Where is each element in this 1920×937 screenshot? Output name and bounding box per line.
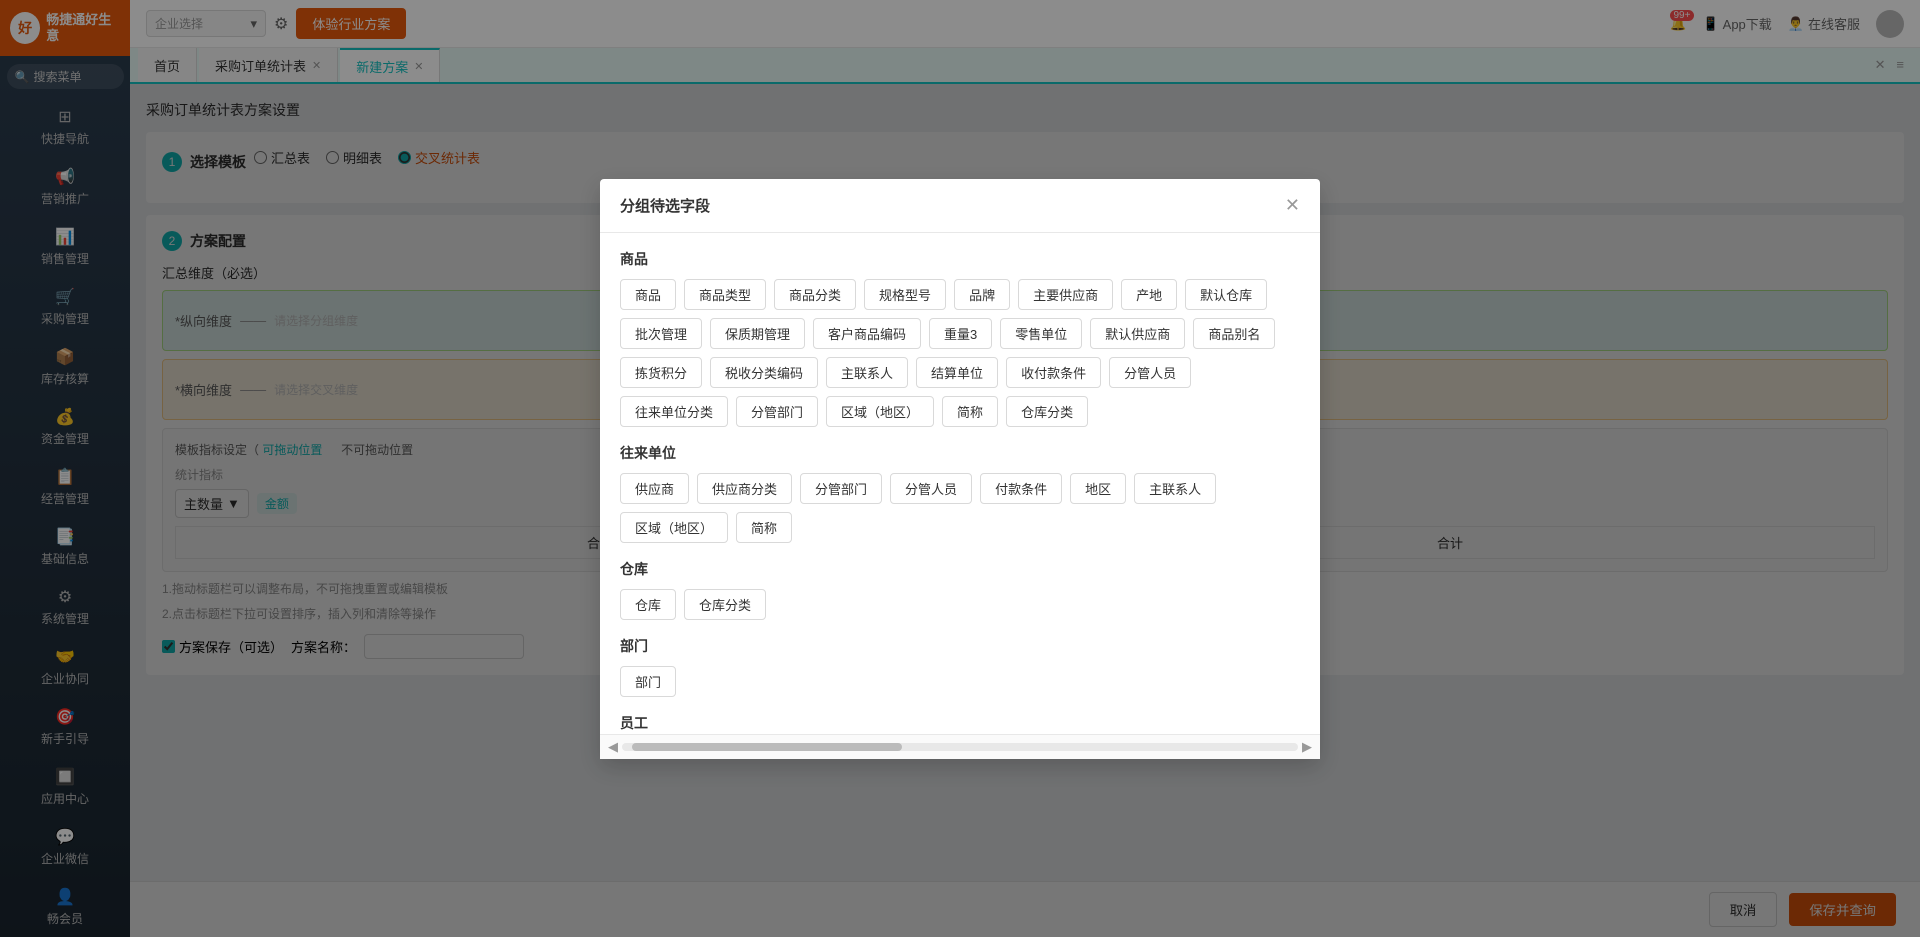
modal-overlay[interactable]: 分组待选字段 ✕ 商品商品商品类型商品分类规格型号品牌主要供应商产地默认仓库批次… — [0, 0, 1920, 937]
field-chip[interactable]: 拣货积分 — [620, 357, 702, 388]
field-grid-partner: 供应商供应商分类分管部门分管人员付款条件地区主联系人区域（地区） 简称 — [620, 473, 1300, 543]
field-chip[interactable]: 默认仓库 — [1185, 279, 1267, 310]
horizontal-scrollbar[interactable] — [622, 743, 1298, 751]
field-chip[interactable]: 重量3 — [929, 318, 992, 349]
field-chip[interactable]: 分管部门 — [800, 473, 882, 504]
field-chip[interactable]: 区域（地区） — [620, 512, 728, 543]
field-chip[interactable]: 商品别名 — [1193, 318, 1275, 349]
field-chip[interactable]: 部门 — [620, 666, 676, 697]
field-chip[interactable]: 主联系人 — [1134, 473, 1216, 504]
field-chip[interactable]: 供应商分类 — [697, 473, 792, 504]
field-section-staff: 员工业务员 — [620, 713, 1300, 734]
field-chip[interactable]: 商品类型 — [684, 279, 766, 310]
modal-footer-scroll: ◀ ▶ — [600, 734, 1320, 759]
field-chip[interactable]: 零售单位 — [1000, 318, 1082, 349]
field-chip[interactable]: 简称 — [942, 396, 998, 427]
field-chip[interactable]: 区域（地区） — [826, 396, 934, 427]
field-chip[interactable]: 商品分类 — [774, 279, 856, 310]
field-chip[interactable]: 往来单位分类 — [620, 396, 728, 427]
field-chip[interactable]: 品牌 — [954, 279, 1010, 310]
field-chip[interactable]: 仓库 — [620, 589, 676, 620]
field-chip[interactable]: 仓库分类 — [1006, 396, 1088, 427]
field-chip[interactable]: 主联系人 — [826, 357, 908, 388]
field-grid-warehouse: 仓库仓库分类 — [620, 589, 1300, 620]
field-chip[interactable]: 地区 — [1070, 473, 1126, 504]
scroll-left-icon[interactable]: ◀ — [608, 739, 618, 755]
field-chip[interactable]: 付款条件 — [980, 473, 1062, 504]
field-section-title-partner: 往来单位 — [620, 443, 1300, 463]
field-chip[interactable]: 结算单位 — [916, 357, 998, 388]
modal-header: 分组待选字段 ✕ — [600, 179, 1320, 233]
field-grid-department: 部门 — [620, 666, 1300, 697]
field-chip[interactable]: 收付款条件 — [1006, 357, 1101, 388]
field-chip[interactable]: 供应商 — [620, 473, 689, 504]
modal-title: 分组待选字段 — [620, 195, 710, 216]
field-section-title-staff: 员工 — [620, 713, 1300, 733]
field-chip[interactable]: 分管人员 — [890, 473, 972, 504]
field-chip[interactable]: 批次管理 — [620, 318, 702, 349]
field-grid-goods: 商品商品类型商品分类规格型号品牌主要供应商产地默认仓库批次管理保质期管理客户商品… — [620, 279, 1300, 427]
field-section-goods: 商品商品商品类型商品分类规格型号品牌主要供应商产地默认仓库批次管理保质期管理客户… — [620, 249, 1300, 427]
field-chip[interactable]: 商品 — [620, 279, 676, 310]
field-chip[interactable]: 分管部门 — [736, 396, 818, 427]
field-chip[interactable]: 保质期管理 — [710, 318, 805, 349]
field-chip[interactable]: 税收分类编码 — [710, 357, 818, 388]
field-section-title-warehouse: 仓库 — [620, 559, 1300, 579]
field-chip[interactable]: 简称 — [736, 512, 792, 543]
field-section-department: 部门部门 — [620, 636, 1300, 697]
field-chip[interactable]: 分管人员 — [1109, 357, 1191, 388]
field-chip[interactable]: 客户商品编码 — [813, 318, 921, 349]
field-chip[interactable]: 主要供应商 — [1018, 279, 1113, 310]
scroll-right-icon[interactable]: ▶ — [1302, 739, 1312, 755]
field-chip[interactable]: 默认供应商 — [1090, 318, 1185, 349]
field-chip[interactable]: 产地 — [1121, 279, 1177, 310]
field-section-warehouse: 仓库仓库仓库分类 — [620, 559, 1300, 620]
field-chip[interactable]: 仓库分类 — [684, 589, 766, 620]
modal-body: 商品商品商品类型商品分类规格型号品牌主要供应商产地默认仓库批次管理保质期管理客户… — [600, 233, 1320, 734]
modal-close-button[interactable]: ✕ — [1285, 195, 1300, 216]
modal-dialog: 分组待选字段 ✕ 商品商品商品类型商品分类规格型号品牌主要供应商产地默认仓库批次… — [600, 179, 1320, 759]
field-section-title-department: 部门 — [620, 636, 1300, 656]
field-section-title-goods: 商品 — [620, 249, 1300, 269]
field-section-partner: 往来单位供应商供应商分类分管部门分管人员付款条件地区主联系人区域（地区） 简称 — [620, 443, 1300, 543]
field-chip[interactable]: 规格型号 — [864, 279, 946, 310]
